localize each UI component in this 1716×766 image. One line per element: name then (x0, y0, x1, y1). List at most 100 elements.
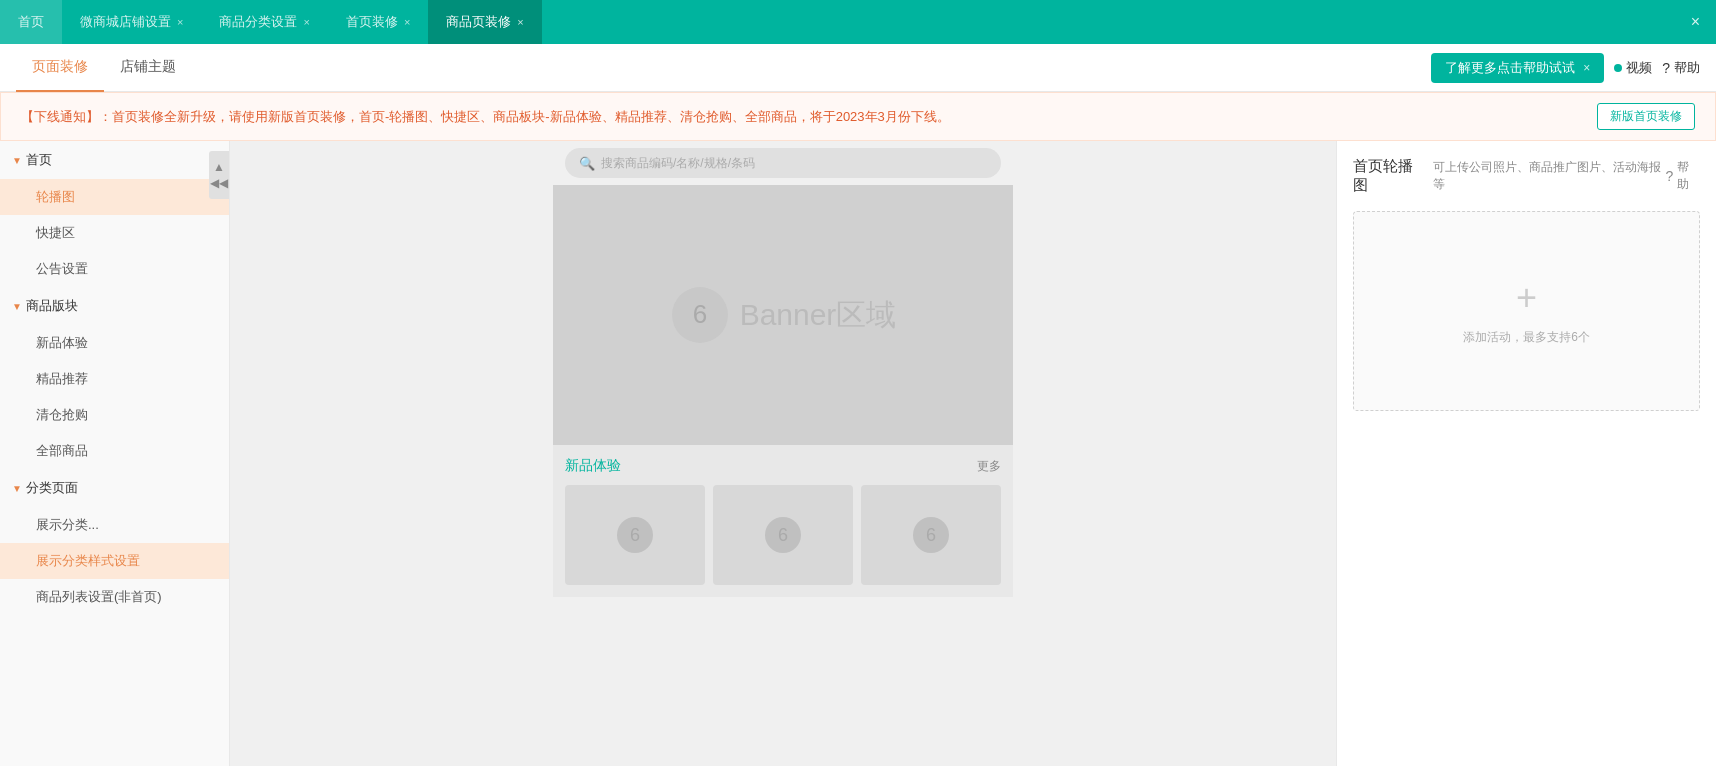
window-close-button[interactable]: × (1675, 13, 1716, 31)
video-link[interactable]: 视频 (1614, 59, 1652, 77)
sidebar-new-experience-label: 新品体验 (36, 334, 88, 352)
arrow-icon-product-block: ▼ (12, 301, 22, 312)
panel-subtitle: 可上传公司照片、商品推广图片、活动海报等 (1433, 159, 1665, 193)
tab-product-decor[interactable]: 商品页装修 × (428, 0, 541, 44)
product-card-2[interactable]: 6 (713, 485, 853, 585)
section-header: 新品体验 更多 (565, 457, 1001, 475)
product-card-icon-1: 6 (615, 515, 655, 555)
sidebar-notice-setting-label: 公告设置 (36, 260, 88, 278)
tab-page-decor[interactable]: 页面装修 (16, 44, 104, 92)
sidebar-item-show-category[interactable]: 展示分类... (0, 507, 229, 543)
new-products-title: 新品体验 (565, 457, 621, 475)
product-card-icon-2: 6 (763, 515, 803, 555)
product-card-3[interactable]: 6 (861, 485, 1001, 585)
tab-wechat-store-close[interactable]: × (177, 17, 183, 28)
help-banner-close[interactable]: × (1583, 61, 1590, 75)
plus-icon: + (1516, 277, 1537, 319)
sidebar-parent-home[interactable]: ▼ 首页 (0, 141, 229, 179)
sidebar-collapse-button[interactable]: ▲ ◀◀ (209, 151, 229, 199)
notice-text: 【下线通知】：首页装修全新升级，请使用新版首页装修，首页-轮播图、快捷区、商品板… (21, 108, 950, 126)
sidebar-item-new-experience[interactable]: 新品体验 (0, 325, 229, 361)
sidebar-product-list-setting-label: 商品列表设置(非首页) (36, 588, 162, 606)
help-banner[interactable]: 了解更多点击帮助试试 × (1431, 53, 1604, 83)
sidebar-banner-label: 轮播图 (36, 188, 75, 206)
sidebar-item-notice-setting[interactable]: 公告设置 (0, 251, 229, 287)
sidebar-all-products-label: 全部商品 (36, 442, 88, 460)
chevron-left-icon: ◀◀ (210, 176, 228, 190)
help-banner-text: 了解更多点击帮助试试 (1445, 59, 1575, 77)
store-logo-icon: 6 (670, 285, 730, 345)
banner-area[interactable]: 6 Banner区域 (553, 185, 1013, 445)
banner-text-label: Banner区域 (740, 295, 897, 336)
arrow-icon-category-page: ▼ (12, 483, 22, 494)
sidebar-category-style-label: 展示分类样式设置 (36, 552, 140, 570)
help-label: 帮助 (1674, 59, 1700, 77)
sidebar-item-all-products[interactable]: 全部商品 (0, 433, 229, 469)
question-icon: ? (1662, 60, 1670, 76)
svg-text:6: 6 (778, 525, 788, 545)
phone-search-bar: 🔍 搜索商品编码/名称/规格/条码 (553, 141, 1013, 185)
preview-phone: 🔍 搜索商品编码/名称/规格/条码 6 Banner区域 (553, 141, 1013, 597)
tab-category-settings[interactable]: 商品分类设置 × (201, 0, 327, 44)
tab-wechat-store-label: 微商城店铺设置 (80, 13, 171, 31)
tab-home-decor-label: 首页装修 (346, 13, 398, 31)
sidebar-show-category-label: 展示分类... (36, 516, 99, 534)
svg-text:6: 6 (926, 525, 936, 545)
product-grid: 6 6 6 (565, 485, 1001, 585)
video-label: 视频 (1626, 59, 1652, 77)
sidebar-item-shortcut[interactable]: 快捷区 (0, 215, 229, 251)
tab-home-decor-close[interactable]: × (404, 17, 410, 28)
product-card-1[interactable]: 6 (565, 485, 705, 585)
tab-store-theme-label: 店铺主题 (120, 58, 176, 76)
sidebar-section-home: ▼ 首页 轮播图 快捷区 公告设置 (0, 141, 229, 287)
banner-logo: 6 Banner区域 (670, 285, 897, 345)
right-panel: 首页轮播图 可上传公司照片、商品推广图片、活动海报等 ? 帮助 + 添加活动，最… (1336, 141, 1716, 766)
tab-page-decor-label: 页面装修 (32, 58, 88, 76)
sidebar-item-featured[interactable]: 精品推荐 (0, 361, 229, 397)
panel-title-group: 首页轮播图 可上传公司照片、商品推广图片、活动海报等 (1353, 157, 1665, 195)
tab-product-decor-close[interactable]: × (517, 17, 523, 28)
tab-bar: 首页 微商城店铺设置 × 商品分类设置 × 首页装修 × 商品页装修 × × (0, 0, 1716, 44)
sidebar: ▲ ◀◀ ▼ 首页 轮播图 快捷区 公告设置 (0, 141, 230, 766)
question-circle-icon: ? (1665, 168, 1673, 184)
add-image-box[interactable]: + 添加活动，最多支持6个 (1353, 211, 1700, 411)
sidebar-shortcut-label: 快捷区 (36, 224, 75, 242)
sidebar-parent-category-page[interactable]: ▼ 分类页面 (0, 469, 229, 507)
sidebar-product-block-label: 商品版块 (26, 297, 78, 315)
tab-product-decor-label: 商品页装修 (446, 13, 511, 31)
video-dot-icon (1614, 64, 1622, 72)
content-area: ▲ ◀◀ ▼ 首页 轮播图 快捷区 公告设置 (0, 141, 1716, 766)
tab-store-theme[interactable]: 店铺主题 (104, 44, 192, 92)
panel-help-label: 帮助 (1677, 159, 1700, 193)
sidebar-item-product-list-setting[interactable]: 商品列表设置(非首页) (0, 579, 229, 615)
sidebar-home-label: 首页 (26, 151, 52, 169)
preview-area: 🔍 搜索商品编码/名称/规格/条码 6 Banner区域 (230, 141, 1336, 766)
add-image-text: 添加活动，最多支持6个 (1463, 329, 1590, 346)
tab-category-settings-close[interactable]: × (303, 17, 309, 28)
sidebar-item-banner[interactable]: 轮播图 (0, 179, 229, 215)
panel-header: 首页轮播图 可上传公司照片、商品推广图片、活动海报等 ? 帮助 (1353, 157, 1700, 195)
search-icon: 🔍 (579, 156, 595, 171)
more-label[interactable]: 更多 (977, 458, 1001, 475)
tab-home[interactable]: 首页 (0, 0, 62, 44)
sidebar-item-category-style[interactable]: 展示分类样式设置 (0, 543, 229, 579)
new-home-decor-button[interactable]: 新版首页装修 (1597, 103, 1695, 130)
main-container: 页面装修 店铺主题 了解更多点击帮助试试 × 视频 ? 帮助 【下线通知】：首页… (0, 44, 1716, 766)
sidebar-parent-product-block[interactable]: ▼ 商品版块 (0, 287, 229, 325)
sidebar-section-category-page: ▼ 分类页面 展示分类... 展示分类样式设置 商品列表设置(非首页) (0, 469, 229, 615)
tab-wechat-store[interactable]: 微商城店铺设置 × (62, 0, 201, 44)
sidebar-clearance-label: 清仓抢购 (36, 406, 88, 424)
product-card-icon-3: 6 (911, 515, 951, 555)
new-products-section: 新品体验 更多 6 6 (553, 445, 1013, 597)
chevron-up-icon: ▲ (213, 160, 225, 174)
svg-text:6: 6 (630, 525, 640, 545)
sidebar-section-product-block: ▼ 商品版块 新品体验 精品推荐 清仓抢购 全部商品 (0, 287, 229, 469)
phone-search-input: 🔍 搜索商品编码/名称/规格/条码 (565, 148, 1001, 178)
panel-help-button[interactable]: ? 帮助 (1665, 159, 1700, 193)
tab-home-decor[interactable]: 首页装修 × (328, 0, 428, 44)
help-link[interactable]: ? 帮助 (1662, 59, 1700, 77)
panel-title: 首页轮播图 (1353, 157, 1425, 195)
sidebar-item-clearance[interactable]: 清仓抢购 (0, 397, 229, 433)
sub-tab-bar: 页面装修 店铺主题 了解更多点击帮助试试 × 视频 ? 帮助 (0, 44, 1716, 92)
sidebar-category-page-label: 分类页面 (26, 479, 78, 497)
